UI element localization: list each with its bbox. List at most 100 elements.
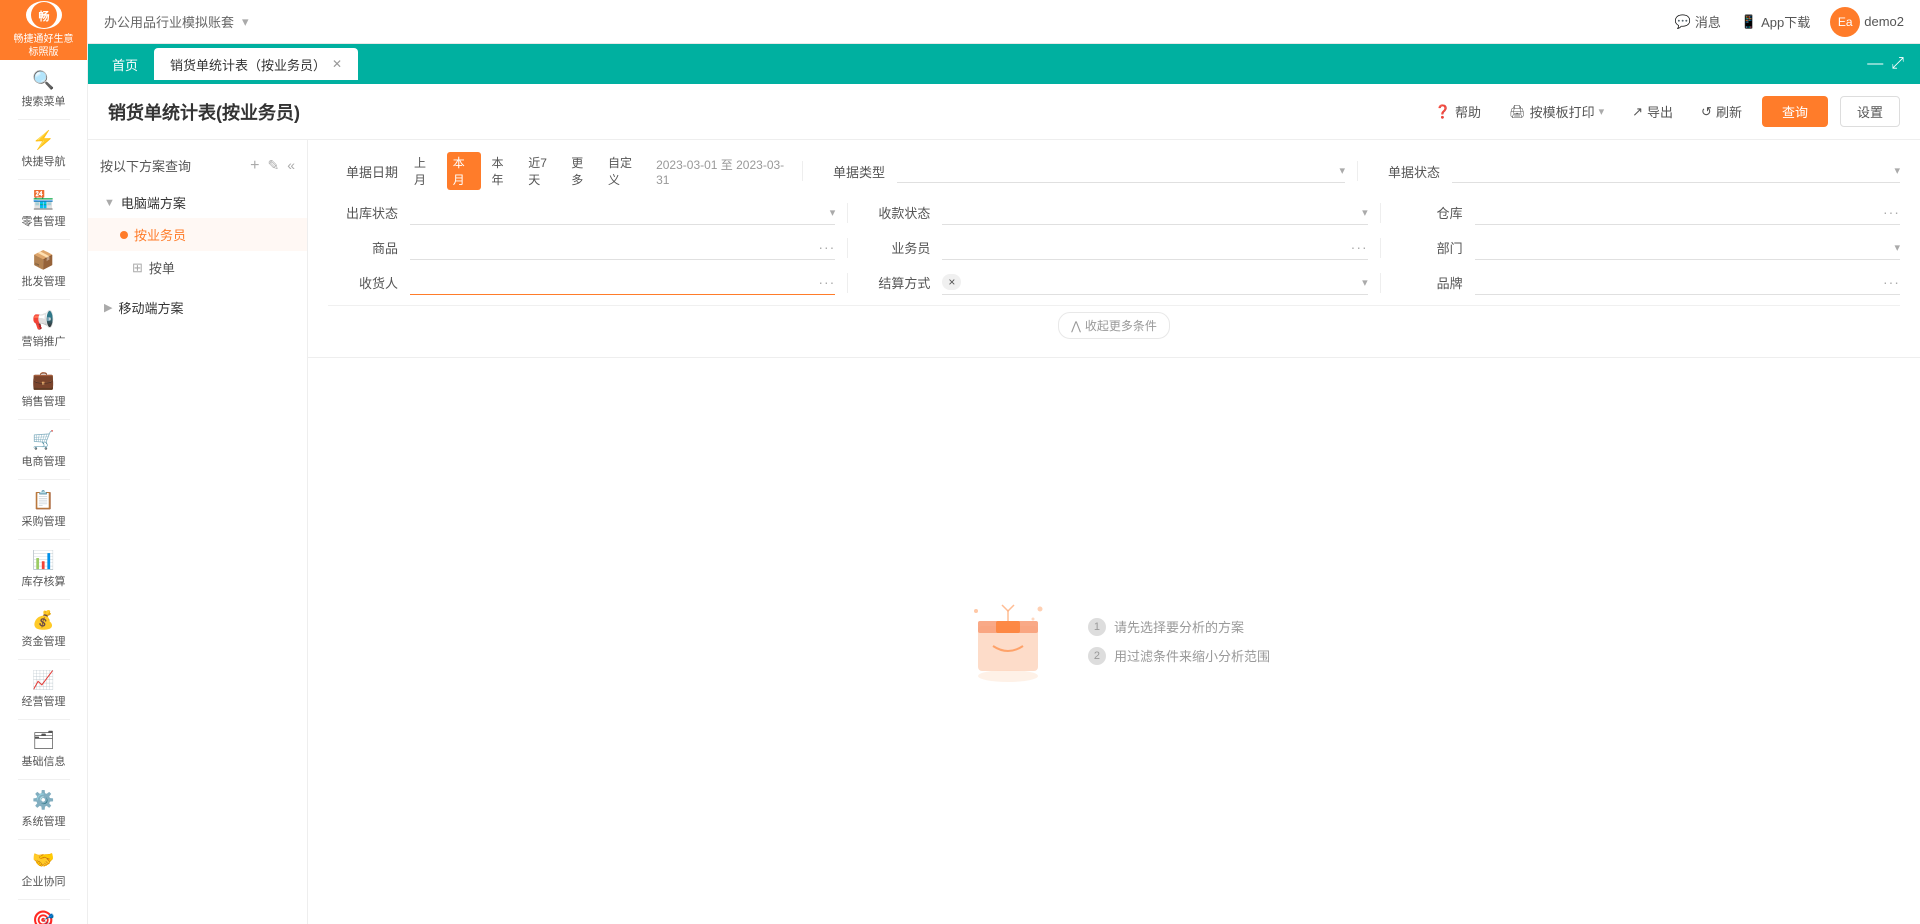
edit-scheme-icon[interactable]: ✎ (267, 157, 279, 175)
warehouse-select[interactable]: ··· (1475, 200, 1900, 225)
warehouse-dots: ··· (1883, 204, 1900, 220)
dept-field[interactable]: ▾ (1475, 236, 1900, 260)
shortcut-current-month[interactable]: 本月 (447, 152, 482, 190)
collect-status-select[interactable]: ▾ (942, 201, 1367, 225)
out-status-select[interactable]: ▾ (410, 201, 835, 225)
sidebar-item-newbie[interactable]: 🎯 新手引导 (18, 900, 70, 924)
settlement-field[interactable]: × ▾ (942, 270, 1367, 295)
shortcut-7days[interactable]: 近7天 (524, 152, 561, 190)
goods-select[interactable]: ··· (410, 235, 835, 260)
goods-label: 商品 (328, 238, 398, 257)
doc-status-select[interactable]: ▾ (1452, 159, 1900, 183)
collapse-label: 收起更多条件 (1085, 317, 1157, 334)
sidebar-item-system[interactable]: ⚙️ 系统管理 (18, 780, 70, 840)
basic-icon: 🗂 (32, 730, 55, 751)
scheme-item-by-salesperson[interactable]: 按业务员 (88, 218, 307, 251)
tab-sales-stat[interactable]: 销货单统计表（按业务员） ✕ (154, 48, 358, 80)
marketing-icon: 📢 (32, 310, 54, 331)
doc-type-select[interactable]: ▾ (897, 159, 1345, 183)
shortcut-last-month[interactable]: 上月 (410, 152, 441, 190)
sidebar-label-basic: 基础信息 (22, 753, 66, 769)
print-btn[interactable]: 🖨 按模板打印 ▾ (1501, 98, 1612, 125)
mobile-group-arrow: ▶ (104, 301, 112, 314)
query-btn[interactable]: 查询 (1762, 96, 1828, 127)
tab-home[interactable]: 首页 (96, 48, 154, 80)
doc-status-arrow: ▾ (1894, 164, 1900, 177)
settings-btn[interactable]: 设置 (1840, 96, 1900, 127)
settlement-select[interactable]: × ▾ (942, 270, 1367, 295)
dept-input[interactable] (1475, 240, 1895, 255)
doc-type-input[interactable] (897, 163, 1339, 178)
sidebar-item-retail[interactable]: 🏪 零售管理 (18, 180, 70, 240)
settlement-badge[interactable]: × (942, 274, 961, 290)
sidebar-item-wholesale[interactable]: 📦 批发管理 (18, 240, 70, 300)
shortcut-current-year[interactable]: 本年 (487, 152, 518, 190)
doc-type-field[interactable]: ▾ (897, 159, 1345, 183)
warehouse-input[interactable] (1475, 205, 1883, 220)
scheme-sub-item-by-order[interactable]: ⊞ 按单 (88, 251, 307, 284)
sidebar-item-sales[interactable]: 💼 销售管理 (18, 360, 70, 420)
recipient-field[interactable]: ··· (410, 270, 835, 295)
app-download-label: App下载 (1761, 12, 1810, 31)
sidebar-item-search[interactable]: 🔍 搜索菜单 (18, 60, 70, 120)
sidebar-item-purchase[interactable]: 📋 采购管理 (18, 480, 70, 540)
goods-field[interactable]: ··· (410, 235, 835, 260)
empty-state-content: 1 请先选择要分析的方案 2 用过滤条件来缩小分析范围 (958, 591, 1270, 691)
scheme-sub-label: 按单 (149, 258, 175, 277)
settlement-badge-x[interactable]: × (948, 275, 955, 289)
sidebar-item-finance[interactable]: 💰 资金管理 (18, 600, 70, 660)
collapse-panel-icon[interactable]: « (287, 157, 295, 175)
warehouse-field[interactable]: ··· (1475, 200, 1900, 225)
sidebar-label-search: 搜索菜单 (22, 93, 66, 109)
sidebar-item-operation[interactable]: 📈 经营管理 (18, 660, 70, 720)
shortcut-more[interactable]: 更多 (567, 152, 598, 190)
sidebar-item-basic[interactable]: 🗂 基础信息 (18, 720, 70, 780)
tab-minimize-icon[interactable]: — (1867, 55, 1883, 73)
left-panel-title: 按以下方案查询 (100, 156, 191, 175)
collect-status-input[interactable] (942, 205, 1362, 220)
salesperson-input[interactable] (942, 240, 1350, 255)
sidebar-label-inventory: 库存核算 (22, 573, 66, 589)
collapse-btn[interactable]: ⋀ 收起更多条件 (1058, 312, 1170, 339)
message-btn[interactable]: 💬 消息 (1675, 12, 1721, 31)
page-header: 销货单统计表(按业务员) ❓ 帮助 🖨 按模板打印 ▾ ↗ 导出 ↺ 刷新 (88, 84, 1920, 140)
out-status-field[interactable]: ▾ (410, 201, 835, 225)
export-btn[interactable]: ↗ 导出 (1624, 98, 1681, 125)
brand-select[interactable]: ··· (1475, 270, 1900, 295)
user-menu[interactable]: Ea demo2 (1830, 7, 1904, 37)
doc-status-input[interactable] (1452, 163, 1894, 178)
tip-num-1: 1 (1088, 618, 1106, 636)
page-actions: ❓ 帮助 🖨 按模板打印 ▾ ↗ 导出 ↺ 刷新 查询 设置 (1427, 96, 1900, 127)
workspace-selector[interactable]: 办公用品行业模拟账套 ▾ (104, 12, 249, 31)
tab-bar: 首页 销货单统计表（按业务员） ✕ — ⤢ (88, 44, 1920, 84)
quick-nav-icon: ⚡ (32, 130, 54, 151)
brand-label: 品牌 (1393, 273, 1463, 292)
sidebar-item-quick-nav[interactable]: ⚡ 快捷导航 (18, 120, 70, 180)
scheme-group-mobile-header[interactable]: ▶ 移动端方案 (88, 292, 307, 323)
tab-maximize-icon[interactable]: ⤢ (1891, 55, 1904, 73)
tab-close-icon[interactable]: ✕ (332, 57, 342, 71)
shortcut-custom[interactable]: 自定义 (604, 152, 646, 190)
top-header: 办公用品行业模拟账套 ▾ 💬 消息 📱 App下载 Ea demo2 (88, 0, 1920, 44)
collect-status-arrow: ▾ (1362, 206, 1368, 219)
recipient-select[interactable]: ··· (410, 270, 835, 295)
brand-input[interactable] (1475, 275, 1883, 290)
scheme-group-pc-header[interactable]: ▼ 电脑端方案 (88, 187, 307, 218)
refresh-btn[interactable]: ↺ 刷新 (1693, 98, 1750, 125)
sidebar-item-enterprise[interactable]: 🤝 企业协同 (18, 840, 70, 900)
dept-select[interactable]: ▾ (1475, 236, 1900, 260)
recipient-input[interactable] (410, 275, 818, 290)
salesperson-select[interactable]: ··· (942, 235, 1367, 260)
out-status-input[interactable] (410, 205, 830, 220)
collect-status-field[interactable]: ▾ (942, 201, 1367, 225)
add-scheme-icon[interactable]: + (250, 157, 259, 175)
help-btn[interactable]: ❓ 帮助 (1427, 98, 1489, 125)
sidebar-item-inventory[interactable]: 📊 库存核算 (18, 540, 70, 600)
sidebar-item-marketing[interactable]: 📢 营销推广 (18, 300, 70, 360)
sidebar-item-ecommerce[interactable]: 🛒 电商管理 (18, 420, 70, 480)
app-download-btn[interactable]: 📱 App下载 (1741, 12, 1810, 31)
brand-field[interactable]: ··· (1475, 270, 1900, 295)
goods-input[interactable] (410, 240, 818, 255)
doc-status-field[interactable]: ▾ (1452, 159, 1900, 183)
salesperson-field[interactable]: ··· (942, 235, 1367, 260)
